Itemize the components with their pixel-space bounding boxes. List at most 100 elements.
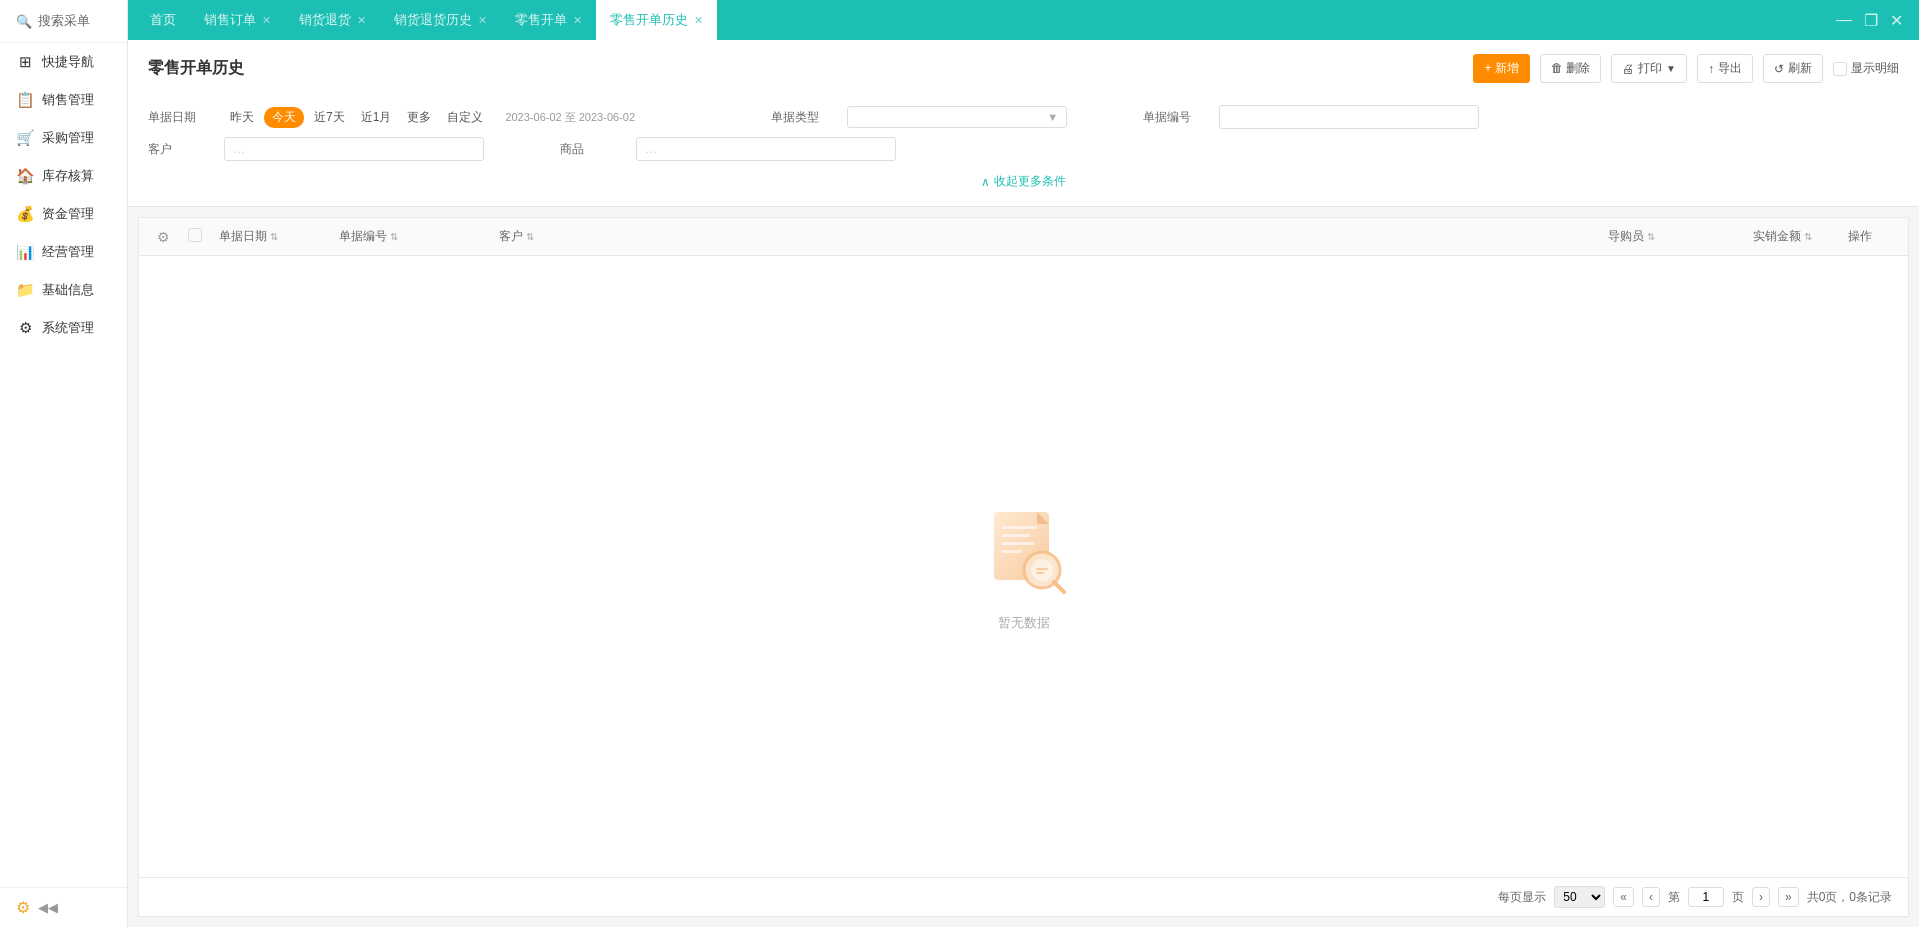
- collapse-filter-row[interactable]: ∧ 收起更多条件: [148, 169, 1899, 196]
- th-guide-sort-icon: ⇅: [1647, 231, 1655, 242]
- date-btn-7days[interactable]: 近7天: [308, 107, 351, 128]
- delete-button[interactable]: 🗑 删除: [1540, 54, 1601, 83]
- page-unit: 页: [1732, 889, 1744, 906]
- filter-row-2: 客户 … 商品 …: [148, 137, 1899, 161]
- add-button[interactable]: + 新增: [1473, 54, 1529, 83]
- display-detail-checkbox[interactable]: [1833, 62, 1847, 76]
- order-type-arrow-icon: ▼: [1047, 111, 1058, 123]
- filter-date-buttons: 昨天 今天 近7天 近1月 更多 自定义: [224, 107, 489, 128]
- tab-bar: 首页 销售订单 ✕ 销货退货 ✕ 销货退货历史 ✕ 零售开单 ✕ 零售开单历史 …: [128, 0, 1919, 40]
- next-page-button[interactable]: ›: [1752, 887, 1770, 907]
- print-button[interactable]: 🖨 打印 ▼: [1611, 54, 1687, 83]
- tab-retail-open[interactable]: 零售开单 ✕: [501, 0, 596, 40]
- svg-line-7: [1054, 582, 1064, 592]
- customer-input[interactable]: …: [224, 137, 484, 161]
- th-customer[interactable]: 客户 ⇅: [491, 228, 1600, 245]
- restore-button[interactable]: ❐: [1864, 11, 1878, 30]
- close-button[interactable]: ✕: [1890, 11, 1903, 30]
- sidebar-item-label: 库存核算: [42, 167, 94, 185]
- th-amount[interactable]: 实销金额 ⇅: [1720, 228, 1820, 245]
- tab-sales-return[interactable]: 销货退货 ✕: [285, 0, 380, 40]
- prev-page-button[interactable]: ‹: [1642, 887, 1660, 907]
- th-date[interactable]: 单据日期 ⇅: [211, 228, 331, 245]
- sidebar-item-system-mgmt[interactable]: ⚙ 系统管理: [0, 309, 127, 347]
- sidebar: 🔍 搜索采单 ⊞ 快捷导航 📋 销售管理 🛒 采购管理 🏠 库存核算 💰 资金管…: [0, 0, 128, 927]
- operations-icon: 📊: [16, 243, 34, 261]
- print-icon: 🖨: [1622, 62, 1634, 76]
- th-order-no-label: 单据编号: [339, 228, 387, 245]
- table-select-all-checkbox[interactable]: [179, 228, 211, 245]
- tab-sales-return-history-close[interactable]: ✕: [478, 14, 487, 27]
- filter-row-1: 单据日期 昨天 今天 近7天 近1月 更多 自定义 2023-06-02 至 2…: [148, 105, 1899, 129]
- window-controls: — ❐ ✕: [1836, 11, 1911, 30]
- page-size-select[interactable]: 50 10 20 100: [1554, 886, 1605, 908]
- sidebar-item-label: 销售管理: [42, 91, 94, 109]
- date-btn-more[interactable]: 更多: [401, 107, 437, 128]
- svg-rect-9: [1036, 572, 1044, 574]
- sidebar-item-finance[interactable]: 💰 资金管理: [0, 195, 127, 233]
- refresh-label: 刷新: [1788, 60, 1812, 77]
- tab-sales-return-close[interactable]: ✕: [357, 14, 366, 27]
- system-mgmt-icon: ⚙: [16, 319, 34, 337]
- sidebar-item-operations[interactable]: 📊 经营管理: [0, 233, 127, 271]
- date-filter-label: 单据日期: [148, 109, 208, 126]
- th-order-no[interactable]: 单据编号 ⇅: [331, 228, 491, 245]
- settings-bottom-icon[interactable]: ⚙: [16, 898, 30, 917]
- sidebar-item-label: 资金管理: [42, 205, 94, 223]
- order-type-select[interactable]: ▼: [847, 106, 1067, 128]
- sidebar-search[interactable]: 🔍 搜索采单: [0, 0, 127, 43]
- page-number-input[interactable]: [1688, 887, 1724, 907]
- display-detail-label: 显示明细: [1851, 60, 1899, 77]
- table-area: ⚙ 单据日期 ⇅ 单据编号 ⇅ 客户 ⇅ 导购员 ⇅: [138, 217, 1909, 878]
- tab-home[interactable]: 首页: [136, 11, 190, 29]
- order-no-input[interactable]: [1219, 105, 1479, 129]
- sidebar-item-label: 基础信息: [42, 281, 94, 299]
- th-date-sort-icon: ⇅: [270, 231, 278, 242]
- first-page-button[interactable]: «: [1613, 887, 1634, 907]
- date-btn-custom[interactable]: 自定义: [441, 107, 489, 128]
- sidebar-item-inventory[interactable]: 🏠 库存核算: [0, 157, 127, 195]
- export-button[interactable]: ↑ 导出: [1697, 54, 1753, 83]
- sidebar-item-purchase-mgmt[interactable]: 🛒 采购管理: [0, 119, 127, 157]
- print-label: 打印: [1638, 60, 1662, 77]
- collapse-sidebar-icon[interactable]: ◀◀: [38, 900, 58, 915]
- th-guide-label: 导购员: [1608, 228, 1644, 245]
- display-detail[interactable]: 显示明细: [1833, 60, 1899, 77]
- main-area: 首页 销售订单 ✕ 销货退货 ✕ 销货退货历史 ✕ 零售开单 ✕ 零售开单历史 …: [128, 0, 1919, 927]
- th-guide[interactable]: 导购员 ⇅: [1600, 228, 1720, 245]
- th-customer-label: 客户: [499, 228, 523, 245]
- table-header: ⚙ 单据日期 ⇅ 单据编号 ⇅ 客户 ⇅ 导购员 ⇅: [139, 218, 1908, 256]
- empty-text: 暂无数据: [998, 614, 1050, 632]
- th-ops-label: 操作: [1848, 228, 1872, 245]
- date-btn-today[interactable]: 今天: [264, 107, 304, 128]
- refresh-button[interactable]: ↺ 刷新: [1763, 54, 1823, 83]
- purchase-mgmt-icon: 🛒: [16, 129, 34, 147]
- tab-retail-open-history[interactable]: 零售开单历史 ✕: [596, 0, 717, 40]
- page-title-row: 零售开单历史 + 新增 🗑 删除 🖨 打印 ▼ ↑ 导出 ↺: [148, 54, 1899, 83]
- svg-rect-2: [1002, 534, 1030, 537]
- sidebar-item-label: 采购管理: [42, 129, 94, 147]
- svg-rect-4: [1002, 550, 1022, 553]
- sidebar-item-quick-nav[interactable]: ⊞ 快捷导航: [0, 43, 127, 81]
- page-word: 第: [1668, 889, 1680, 906]
- svg-rect-8: [1036, 568, 1048, 570]
- tab-home-label: 首页: [150, 12, 176, 27]
- sidebar-item-base-info[interactable]: 📁 基础信息: [0, 271, 127, 309]
- search-icon: 🔍: [16, 14, 32, 29]
- last-page-button[interactable]: »: [1778, 887, 1799, 907]
- tab-retail-open-close[interactable]: ✕: [573, 14, 582, 27]
- goods-input[interactable]: …: [636, 137, 896, 161]
- tab-sales-return-history[interactable]: 销货退货历史 ✕: [380, 0, 501, 40]
- date-btn-1month[interactable]: 近1月: [355, 107, 398, 128]
- date-btn-yesterday[interactable]: 昨天: [224, 107, 260, 128]
- page-title: 零售开单历史: [148, 58, 244, 79]
- tab-sales-order-close[interactable]: ✕: [262, 14, 271, 27]
- sidebar-search-label: 搜索采单: [38, 12, 90, 30]
- sidebar-item-sales-mgmt[interactable]: 📋 销售管理: [0, 81, 127, 119]
- tab-retail-open-history-close[interactable]: ✕: [694, 14, 703, 27]
- export-icon: ↑: [1708, 62, 1714, 76]
- minimize-button[interactable]: —: [1836, 11, 1852, 30]
- table-settings-icon[interactable]: ⚙: [147, 229, 179, 245]
- th-ops: 操作: [1820, 228, 1900, 245]
- tab-sales-order[interactable]: 销售订单 ✕: [190, 0, 285, 40]
